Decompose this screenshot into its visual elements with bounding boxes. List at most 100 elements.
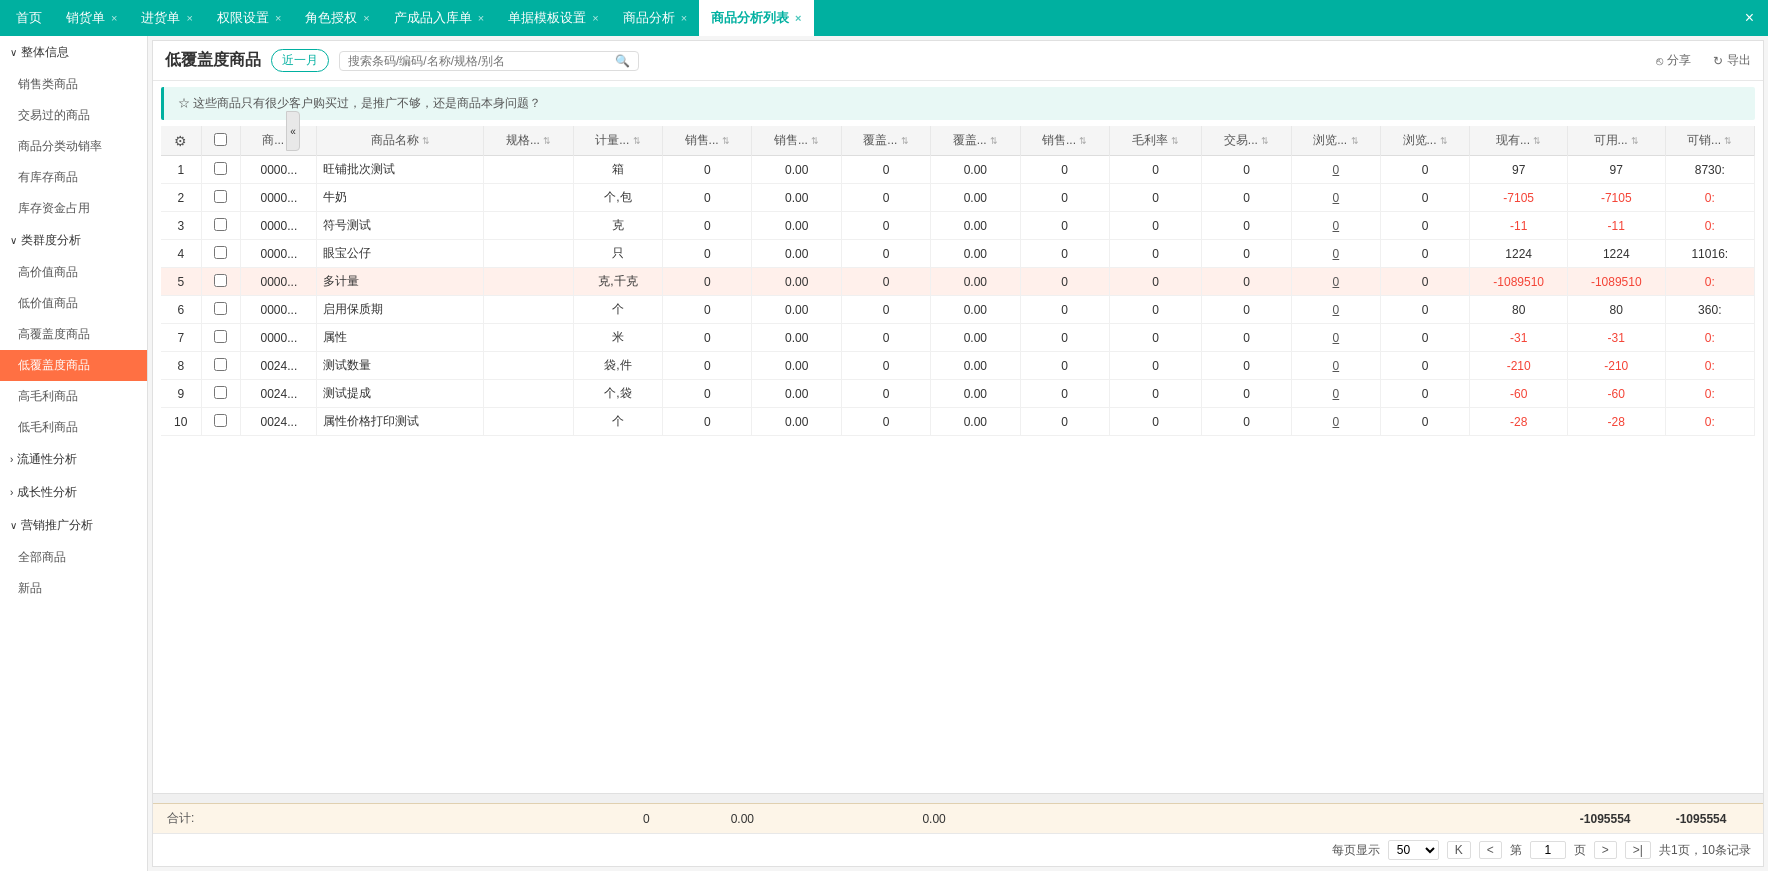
nav-tab-analysis[interactable]: 商品分析 × xyxy=(611,0,699,36)
sidebar-section-cluster[interactable]: ∨ 类群度分析 xyxy=(0,224,147,257)
sidebar-section-marketing[interactable]: ∨ 营销推广分析 xyxy=(0,509,147,542)
nav-tab-roles[interactable]: 角色授权 × xyxy=(293,0,381,36)
row-checkbox[interactable] xyxy=(201,212,241,240)
col-sales-cnt2[interactable]: 销售... ⇅ xyxy=(1020,126,1109,156)
share-button[interactable]: ⎋ 分享 xyxy=(1656,52,1691,69)
row-spec xyxy=(484,380,573,408)
col-cover1[interactable]: 覆盖... ⇅ xyxy=(841,126,930,156)
row-checkbox[interactable] xyxy=(201,380,241,408)
main-layout: ∨ 整体信息 销售类商品 交易过的商品 商品分类动销率 有库存商品 库存资金占用… xyxy=(0,36,1768,871)
row-browse1[interactable]: 0 xyxy=(1291,268,1380,296)
close-icon[interactable]: × xyxy=(478,12,484,24)
row-margin: 0 xyxy=(1109,184,1201,212)
sidebar-item-high-margin[interactable]: 高毛利商品 xyxy=(0,381,147,412)
col-browse1[interactable]: 浏览... ⇅ xyxy=(1291,126,1380,156)
col-settings[interactable]: ⚙ xyxy=(161,126,201,156)
sidebar-item-high-coverage[interactable]: 高覆盖度商品 xyxy=(0,319,147,350)
nav-tab-template[interactable]: 单据模板设置 × xyxy=(496,0,610,36)
col-spec[interactable]: 规格... ⇅ xyxy=(484,126,573,156)
row-available: -11 xyxy=(1567,212,1665,240)
row-checkbox[interactable] xyxy=(201,184,241,212)
window-close-button[interactable]: × xyxy=(1735,9,1764,27)
first-page-button[interactable]: K xyxy=(1447,841,1471,859)
close-icon[interactable]: × xyxy=(275,12,281,24)
sidebar-collapse-button[interactable]: « xyxy=(286,111,300,151)
row-browse1[interactable]: 0 xyxy=(1291,380,1380,408)
search-input[interactable] xyxy=(348,54,611,68)
sidebar-item-low-coverage[interactable]: 低覆盖度商品 xyxy=(0,350,147,381)
totals-label: 合计: xyxy=(167,810,207,827)
col-cover2[interactable]: 覆盖... ⇅ xyxy=(931,126,1020,156)
search-icon[interactable]: 🔍 xyxy=(615,54,630,68)
row-browse1[interactable]: 0 xyxy=(1291,212,1380,240)
sidebar-item-stock-capital[interactable]: 库存资金占用 xyxy=(0,193,147,224)
last-page-button[interactable]: >| xyxy=(1625,841,1651,859)
row-sales-count: 0 xyxy=(663,184,752,212)
sidebar-section-flow[interactable]: › 流通性分析 xyxy=(0,443,147,476)
row-browse1[interactable]: 0 xyxy=(1291,184,1380,212)
row-num: 8 xyxy=(161,352,201,380)
sidebar-item-traded-goods[interactable]: 交易过的商品 xyxy=(0,100,147,131)
row-browse1[interactable]: 0 xyxy=(1291,156,1380,184)
nav-tab-sales[interactable]: 销货单 × xyxy=(54,0,129,36)
row-cover2: 0.00 xyxy=(931,324,1020,352)
nav-tab-purchase[interactable]: 进货单 × xyxy=(129,0,204,36)
col-saleable[interactable]: 可销... ⇅ xyxy=(1665,126,1754,156)
close-icon[interactable]: × xyxy=(795,12,801,24)
sidebar-section-overall[interactable]: ∨ 整体信息 xyxy=(0,36,147,69)
row-browse1[interactable]: 0 xyxy=(1291,240,1380,268)
row-checkbox[interactable] xyxy=(201,408,241,436)
col-available[interactable]: 可用... ⇅ xyxy=(1567,126,1665,156)
row-unit: 个,包 xyxy=(573,184,662,212)
export-button[interactable]: ↻ 导出 xyxy=(1713,52,1751,69)
sidebar-item-new-goods[interactable]: 新品 xyxy=(0,573,147,604)
close-icon[interactable]: × xyxy=(681,12,687,24)
sidebar-item-sales-goods[interactable]: 销售类商品 xyxy=(0,69,147,100)
col-sales-count[interactable]: 销售... ⇅ xyxy=(663,126,752,156)
col-current-stock[interactable]: 现有... ⇅ xyxy=(1470,126,1568,156)
close-icon[interactable]: × xyxy=(363,12,369,24)
next-page-button[interactable]: > xyxy=(1594,841,1617,859)
row-browse1[interactable]: 0 xyxy=(1291,408,1380,436)
sidebar-item-low-margin[interactable]: 低毛利商品 xyxy=(0,412,147,443)
filter-recent-month-button[interactable]: 近一月 xyxy=(271,49,329,72)
sidebar-item-all-goods[interactable]: 全部商品 xyxy=(0,542,147,573)
row-browse1[interactable]: 0 xyxy=(1291,352,1380,380)
col-trade[interactable]: 交易... ⇅ xyxy=(1202,126,1291,156)
col-unit[interactable]: 计量... ⇅ xyxy=(573,126,662,156)
horizontal-scrollbar[interactable] xyxy=(153,793,1763,803)
row-browse1[interactable]: 0 xyxy=(1291,324,1380,352)
col-checkbox[interactable] xyxy=(201,126,241,156)
page-number-input[interactable] xyxy=(1530,841,1566,859)
row-checkbox[interactable] xyxy=(201,268,241,296)
row-checkbox[interactable] xyxy=(201,352,241,380)
row-checkbox[interactable] xyxy=(201,156,241,184)
col-sales-amount[interactable]: 销售... ⇅ xyxy=(752,126,841,156)
select-all-checkbox[interactable] xyxy=(214,133,227,146)
col-browse2[interactable]: 浏览... ⇅ xyxy=(1381,126,1470,156)
col-name[interactable]: 商品名称 ⇅ xyxy=(317,126,484,156)
row-browse1[interactable]: 0 xyxy=(1291,296,1380,324)
row-browse2: 0 xyxy=(1381,408,1470,436)
col-code[interactable]: 商... ⇅ xyxy=(241,126,317,156)
row-current-stock: -11 xyxy=(1470,212,1568,240)
sidebar-section-growth[interactable]: › 成长性分析 xyxy=(0,476,147,509)
row-code: 0000... xyxy=(241,296,317,324)
row-checkbox[interactable] xyxy=(201,240,241,268)
nav-tab-analysis-list[interactable]: 商品分析列表 × xyxy=(699,0,813,36)
close-icon[interactable]: × xyxy=(186,12,192,24)
close-icon[interactable]: × xyxy=(592,12,598,24)
row-checkbox[interactable] xyxy=(201,324,241,352)
sidebar-item-low-value[interactable]: 低价值商品 xyxy=(0,288,147,319)
prev-page-button[interactable]: < xyxy=(1479,841,1502,859)
sidebar-item-high-value[interactable]: 高价值商品 xyxy=(0,257,147,288)
nav-tab-product-entry[interactable]: 产成品入库单 × xyxy=(382,0,496,36)
page-size-select[interactable]: 50 20 100 200 xyxy=(1388,840,1439,860)
row-checkbox[interactable] xyxy=(201,296,241,324)
sidebar-item-stock-goods[interactable]: 有库存商品 xyxy=(0,162,147,193)
col-margin[interactable]: 毛利率 ⇅ xyxy=(1109,126,1201,156)
sidebar-item-category-rate[interactable]: 商品分类动销率 xyxy=(0,131,147,162)
nav-tab-permissions[interactable]: 权限设置 × xyxy=(205,0,293,36)
nav-tab-home[interactable]: 首页 xyxy=(4,0,54,36)
close-icon[interactable]: × xyxy=(111,12,117,24)
